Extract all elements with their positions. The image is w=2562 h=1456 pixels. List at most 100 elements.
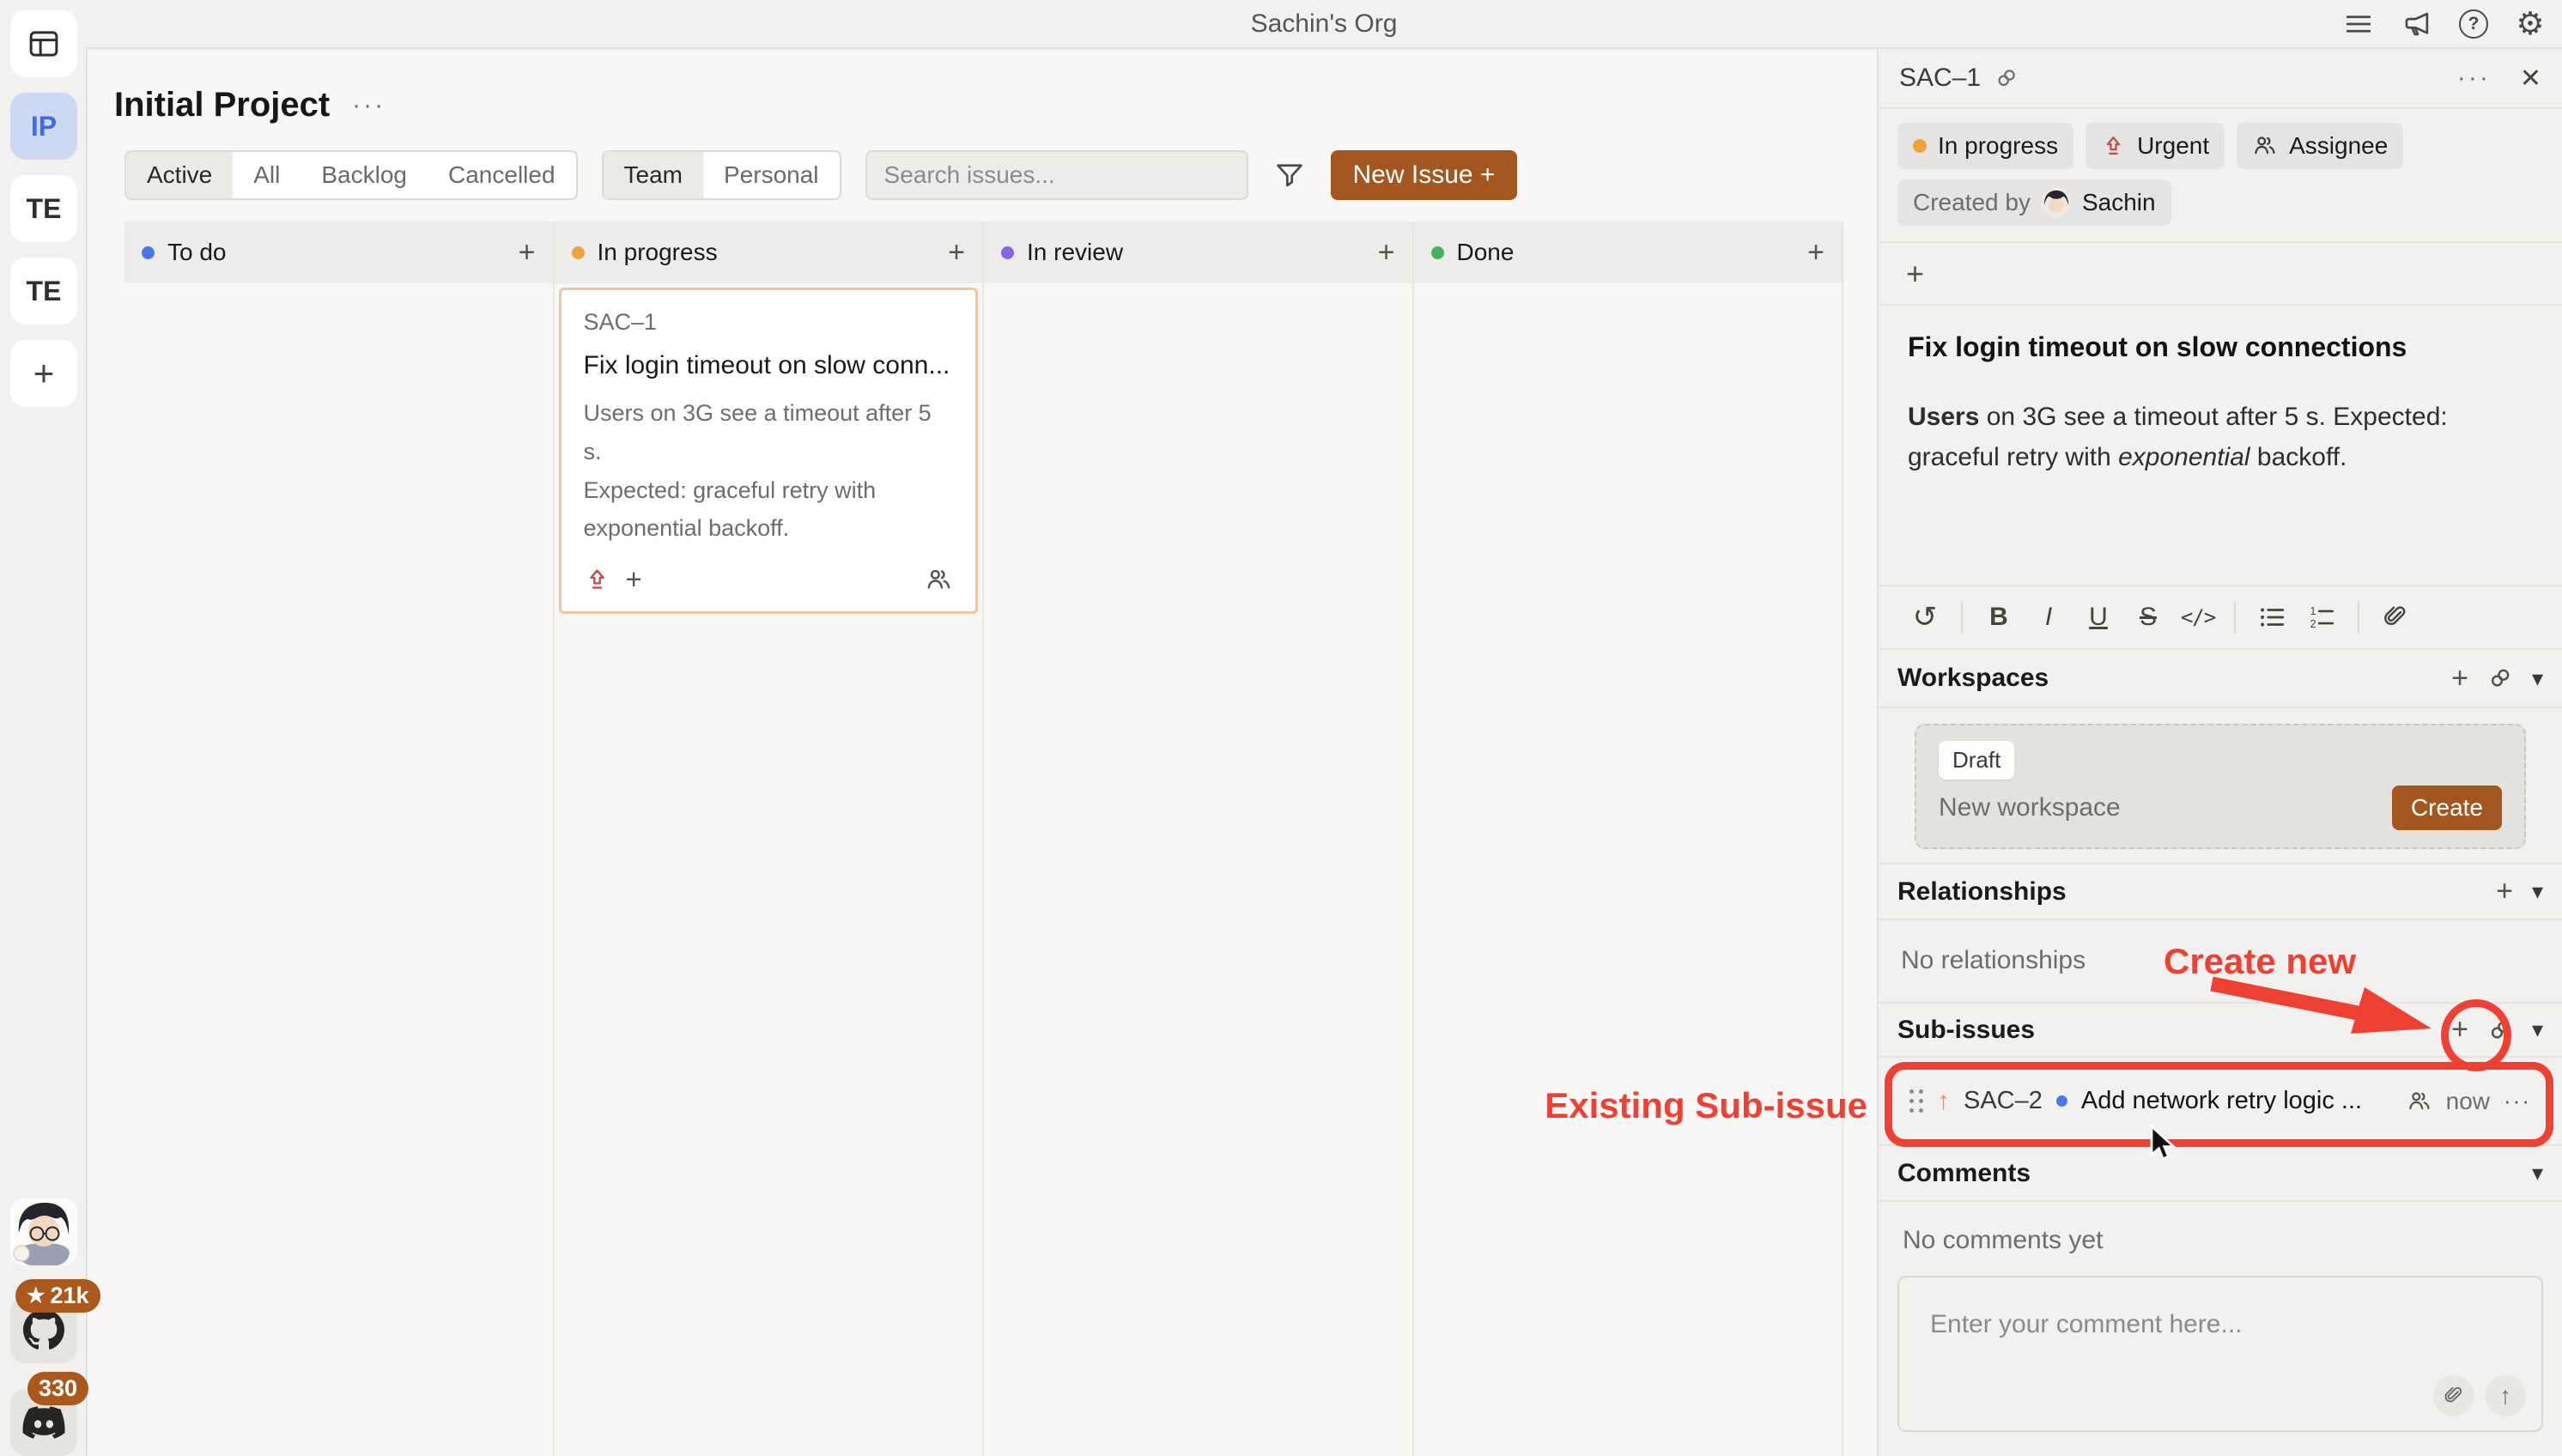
star-icon: ★ <box>27 1283 46 1308</box>
announcements-megaphone-icon[interactable] <box>2401 8 2433 40</box>
tab-personal[interactable]: Personal <box>703 152 840 198</box>
priority-up-arrow-icon: ↑ <box>1937 1087 1950 1116</box>
code-icon[interactable]: </> <box>2176 598 2220 637</box>
scope-tab-group: Team Personal <box>602 150 841 200</box>
sidebar-item-te-1[interactable]: TE <box>10 175 77 242</box>
todo-status-dot <box>142 246 155 259</box>
status-dot <box>1913 139 1927 153</box>
assignee-people-icon[interactable] <box>2407 1089 2432 1114</box>
tab-active[interactable]: Active <box>126 152 233 198</box>
created-by-badge[interactable]: Created by Sachin <box>1897 179 2171 226</box>
workspace-name[interactable]: New workspace <box>1939 793 2121 822</box>
issue-title: Fix login timeout on slow conn... <box>584 351 954 380</box>
assignee-badge[interactable]: Assignee <box>2237 123 2403 169</box>
subissue-row[interactable]: ↑ SAC–2 Add network retry logic ... now … <box>1879 1058 2562 1144</box>
column-header-todo: To do + <box>124 221 553 283</box>
chevron-down-icon[interactable]: ▾ <box>2532 665 2543 692</box>
tab-all[interactable]: All <box>233 152 301 198</box>
user-avatar[interactable] <box>10 1198 77 1265</box>
assignee-people-icon <box>2252 133 2278 159</box>
filter-tab-group: Active All Backlog Cancelled <box>124 150 578 200</box>
hamburger-menu-icon[interactable] <box>2342 8 2375 40</box>
creator-avatar <box>2042 188 2071 217</box>
create-workspace-button[interactable]: Create <box>2392 786 2502 830</box>
column-header-done: Done + <box>1414 221 1843 283</box>
link-icon[interactable] <box>2487 1017 2513 1043</box>
column-in-progress: In progress + SAC–1 Fix login timeout on… <box>555 221 985 1456</box>
workspace-draft-card: Draft New workspace Create <box>1915 724 2526 849</box>
comments-empty-text: No comments yet <box>1903 1226 2543 1255</box>
workspaces-section-title: Workspaces <box>1897 664 2049 693</box>
add-workspace-button[interactable]: + <box>10 340 77 407</box>
add-issue-todo-button[interactable]: + <box>519 236 536 270</box>
workbench-button[interactable] <box>10 10 77 77</box>
send-comment-button[interactable]: ↑ <box>2485 1375 2526 1417</box>
strikethrough-icon[interactable]: S <box>2126 598 2170 637</box>
copy-link-icon[interactable] <box>1994 66 2019 90</box>
column-done: Done + <box>1414 221 1844 1456</box>
tab-cancelled[interactable]: Cancelled <box>428 152 576 198</box>
comment-placeholder: Enter your comment here... <box>1930 1310 2243 1339</box>
add-relationship-icon[interactable]: + <box>2496 875 2513 908</box>
attach-file-button[interactable] <box>2433 1375 2474 1417</box>
drag-handle-icon[interactable] <box>1909 1089 1923 1113</box>
done-status-dot <box>1431 246 1444 259</box>
help-icon[interactable]: ? <box>2459 9 2488 39</box>
close-icon[interactable]: ✕ <box>2520 64 2541 94</box>
panel-menu-dots[interactable]: ··· <box>2457 64 2491 93</box>
comment-input[interactable]: Enter your comment here... ↑ <box>1897 1276 2543 1432</box>
svg-text:1: 1 <box>2310 604 2316 617</box>
panel-issue-description[interactable]: Users on 3G see a timeout after 5 s. Exp… <box>1908 397 2533 477</box>
bullet-list-icon[interactable] <box>2249 598 2294 637</box>
add-subissue-icon[interactable]: + <box>2451 1013 2468 1046</box>
relationships-section-title: Relationships <box>1897 877 2067 907</box>
priority-badge[interactable]: Urgent <box>2085 123 2225 169</box>
project-menu-dots[interactable]: ··· <box>352 91 386 120</box>
issue-side-panel: SAC–1 ··· ✕ In progress Urgent <box>1877 49 2562 1456</box>
github-icon <box>23 1309 64 1350</box>
subissues-section-title: Sub-issues <box>1897 1016 2035 1045</box>
chevron-down-icon[interactable]: ▾ <box>2532 878 2543 905</box>
filter-funnel-icon[interactable] <box>1272 160 1307 191</box>
subissue-status-dot <box>2056 1095 2067 1107</box>
relationships-empty-text: No relationships <box>1901 946 2085 974</box>
attach-paperclip-icon[interactable] <box>2373 598 2418 637</box>
settings-gear-icon[interactable]: ⚙ <box>2514 8 2547 40</box>
undo-icon[interactable]: ↺ <box>1903 598 1947 637</box>
add-issue-in-review-button[interactable]: + <box>1378 236 1395 270</box>
svg-text:2: 2 <box>2310 617 2316 630</box>
workbench-layout-icon <box>26 26 62 62</box>
status-badge[interactable]: In progress <box>1897 123 2073 169</box>
add-label-icon[interactable]: + <box>626 563 642 596</box>
send-arrow-icon: ↑ <box>2499 1382 2511 1410</box>
top-bar: Sachin's Org ? ⚙ <box>86 0 2562 49</box>
issue-card-sac-1[interactable]: SAC–1 Fix login timeout on slow conn... … <box>559 288 979 614</box>
add-workspace-icon[interactable]: + <box>2451 662 2468 695</box>
bold-icon[interactable]: B <box>1976 598 2021 637</box>
ordered-list-icon[interactable]: 12 <box>2299 598 2344 637</box>
urgent-priority-icon[interactable] <box>584 567 610 593</box>
column-header-in-progress: In progress + <box>555 221 983 283</box>
column-in-review: In review + <box>984 221 1414 1456</box>
project-view: Initial Project ··· Active All Backlog C… <box>88 51 1877 1456</box>
chevron-down-icon[interactable]: ▾ <box>2532 1160 2543 1186</box>
search-input[interactable] <box>865 150 1248 200</box>
add-issue-in-progress-button[interactable]: + <box>948 236 965 270</box>
app-window: Sachin's Org ? ⚙ IP TE TE + <box>0 0 2562 1456</box>
italic-icon[interactable]: I <box>2026 598 2071 637</box>
tab-team[interactable]: Team <box>604 152 703 198</box>
add-issue-done-button[interactable]: + <box>1807 236 1824 270</box>
new-issue-button[interactable]: New Issue + <box>1331 150 1518 200</box>
sidebar-item-initial-project[interactable]: IP <box>10 93 77 160</box>
assignee-people-icon[interactable] <box>925 566 953 594</box>
sidebar-item-te-2[interactable]: TE <box>10 258 77 325</box>
chevron-down-icon[interactable]: ▾ <box>2532 1016 2543 1043</box>
underline-icon[interactable]: U <box>2076 598 2121 637</box>
tab-backlog[interactable]: Backlog <box>301 152 428 198</box>
link-icon[interactable] <box>2487 665 2513 691</box>
subissue-menu-dots[interactable]: ··· <box>2504 1088 2531 1114</box>
org-title: Sachin's Org <box>86 9 2562 39</box>
add-attribute-button[interactable]: + <box>1906 256 1924 292</box>
editor-toolbar: ↺ B I U S </> 12 <box>1879 586 2562 650</box>
panel-issue-title[interactable]: Fix login timeout on slow connections <box>1908 331 2533 363</box>
